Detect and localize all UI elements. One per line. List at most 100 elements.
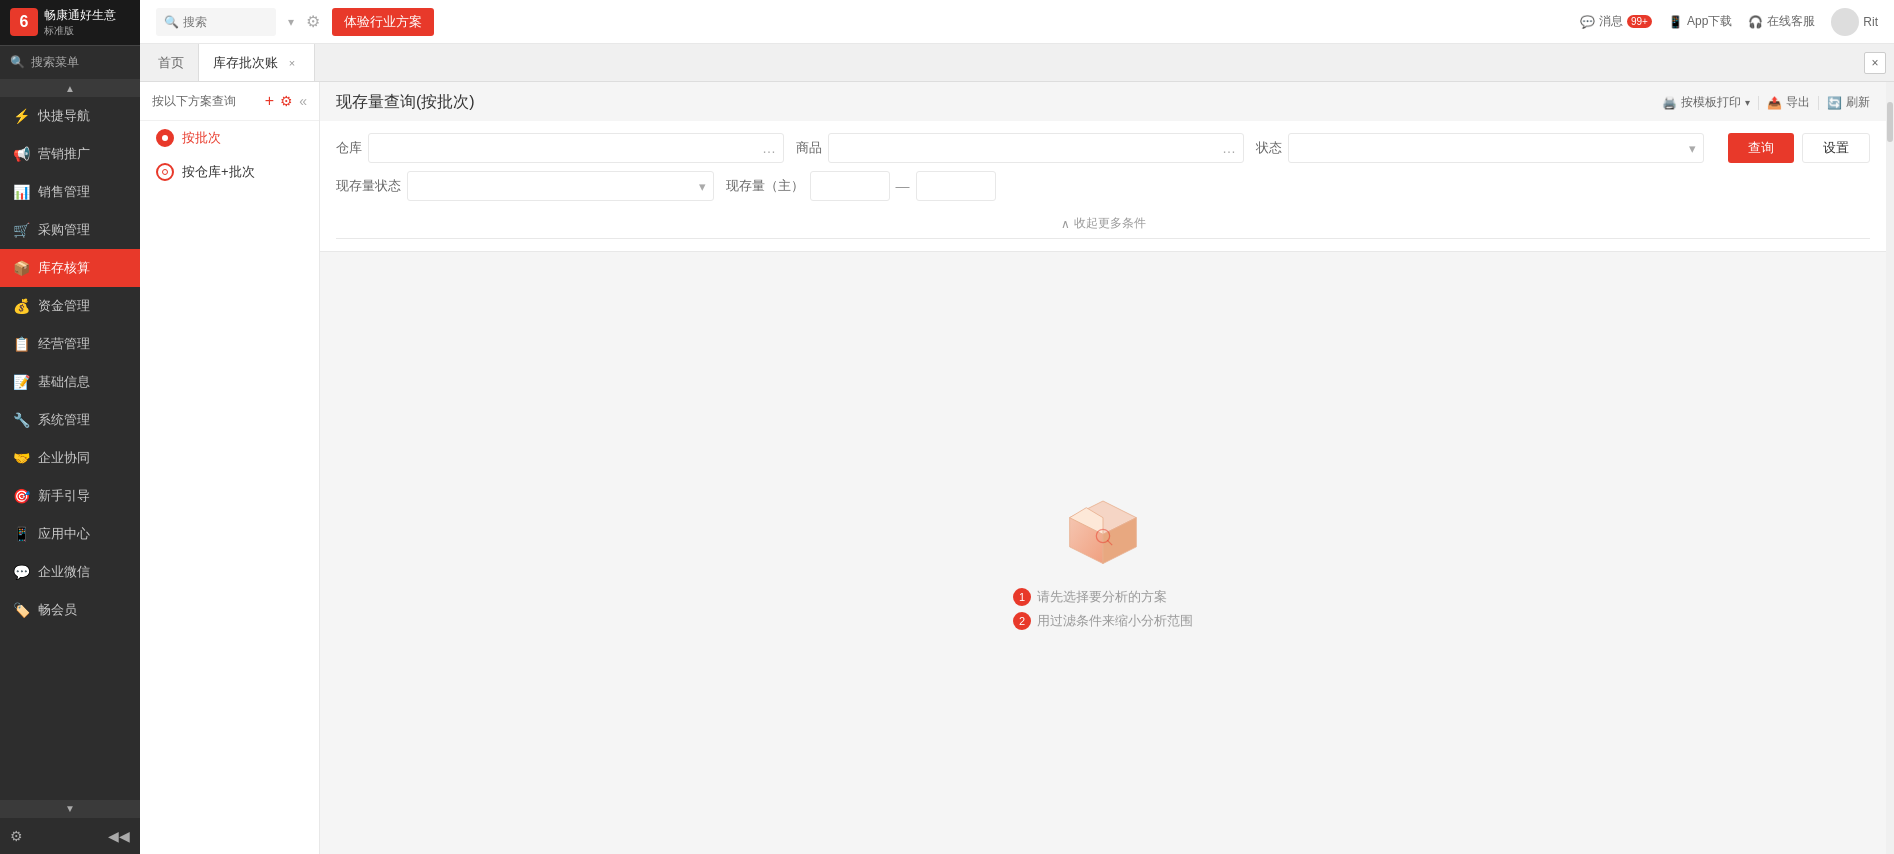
close-all-tabs-btn[interactable]: × [1864, 52, 1886, 74]
scheme-by-warehouse-batch[interactable]: 按仓库+批次 [140, 155, 319, 189]
collapse-panel-btn[interactable]: « [299, 93, 307, 109]
newuser-icon: 🎯 [12, 487, 30, 505]
filter-actions: 查询 设置 [1728, 133, 1870, 163]
sidebar-item-system[interactable]: 🔧 系统管理 [0, 401, 140, 439]
add-scheme-btn[interactable]: + [265, 92, 274, 110]
sidebar-item-newuser[interactable]: 🎯 新手引导 [0, 477, 140, 515]
collapse-sidebar-icon[interactable]: ◀◀ [108, 828, 130, 844]
scheme-by-warehouse-batch-label: 按仓库+批次 [182, 163, 255, 181]
tabbar: 首页 库存批次账 × × [140, 44, 1894, 82]
sidebar-item-inventory[interactable]: 📦 库存核算 [0, 249, 140, 287]
topbar-right: 💬 消息 99+ 📱 App下载 🎧 在线客服 Rit [1580, 8, 1878, 36]
tab-inventory-batch[interactable]: 库存批次账 × [199, 44, 315, 81]
app-name: 畅康通好生意 [44, 8, 116, 24]
right-content: 现存量查询(按批次) 🖨️ 按模板打印 ▾ 📤 导出 🔄 [320, 82, 1886, 854]
sidebar-item-label: 资金管理 [38, 297, 90, 315]
warehouse-input[interactable] [368, 133, 784, 163]
page-header-actions: 🖨️ 按模板打印 ▾ 📤 导出 🔄 刷新 [1662, 94, 1870, 111]
filter-status: 状态 ▾ [1256, 133, 1704, 163]
product-more-btn[interactable]: … [1222, 140, 1236, 156]
topbar-search-box[interactable]: 🔍 [156, 8, 276, 36]
filled-dot-icon [156, 129, 174, 147]
sidebar-item-marketing[interactable]: 📢 营销推广 [0, 135, 140, 173]
status-select[interactable] [1288, 133, 1704, 163]
sidebar-item-sales[interactable]: 📊 销售管理 [0, 173, 140, 211]
sidebar-search[interactable]: 🔍 搜索菜单 [0, 46, 140, 80]
product-input[interactable] [828, 133, 1244, 163]
sidebar-scroll-up[interactable]: ▲ [0, 80, 140, 97]
topbar-dropdown-arrow[interactable]: ▾ [288, 15, 294, 29]
page-header: 现存量查询(按批次) 🖨️ 按模板打印 ▾ 📤 导出 🔄 [320, 82, 1886, 121]
search-icon: 🔍 [10, 55, 25, 69]
operations-icon: 📋 [12, 335, 30, 353]
phone-icon: 📱 [1668, 15, 1683, 29]
warehouse-more-btn[interactable]: … [762, 140, 776, 156]
sidebar-item-operations[interactable]: 📋 经营管理 [0, 325, 140, 363]
sidebar-item-label: 快捷导航 [38, 107, 90, 125]
topbar-search-input[interactable] [183, 15, 268, 29]
experience-btn[interactable]: 体验行业方案 [332, 8, 434, 36]
print-dropdown-arrow[interactable]: ▾ [1745, 97, 1750, 108]
sidebar-item-label: 应用中心 [38, 525, 90, 543]
empty-icon [1053, 476, 1153, 576]
messages-btn[interactable]: 💬 消息 99+ [1580, 13, 1652, 30]
sidebar-item-label: 系统管理 [38, 411, 90, 429]
sidebar-header: 6 畅康通好生意 标准版 [0, 0, 140, 46]
sidebar-item-finance[interactable]: 💰 资金管理 [0, 287, 140, 325]
status-select-wrap: ▾ [1288, 133, 1704, 163]
settings-btn[interactable]: 设置 [1802, 133, 1870, 163]
sidebar-item-label: 新手引导 [38, 487, 90, 505]
topbar-settings-icon[interactable]: ⚙ [306, 12, 320, 31]
membership-icon: 🏷️ [12, 601, 30, 619]
tip-text-2: 用过滤条件来缩小分析范围 [1037, 612, 1193, 630]
filter-product: 商品 … [796, 133, 1244, 163]
sidebar-item-label: 销售管理 [38, 183, 90, 201]
filter-inventory-qty: 现存量（主） — [726, 171, 1104, 201]
tab-home[interactable]: 首页 [144, 44, 199, 81]
scheme-settings-icon[interactable]: ⚙ [280, 93, 293, 109]
refresh-btn[interactable]: 🔄 刷新 [1827, 94, 1870, 111]
sidebar-item-wechat[interactable]: 💬 企业微信 [0, 553, 140, 591]
tab-inventory-batch-label: 库存批次账 [213, 54, 278, 72]
left-panel-header-text: 按以下方案查询 [152, 93, 236, 110]
sidebar-item-enterprise[interactable]: 🤝 企业协同 [0, 439, 140, 477]
sidebar-item-label: 库存核算 [38, 259, 90, 277]
user-menu[interactable]: Rit [1831, 8, 1878, 36]
tab-close-panel: × [1856, 44, 1894, 81]
tab-inventory-batch-close[interactable]: × [284, 55, 300, 71]
collapse-more-conditions[interactable]: ∧ 收起更多条件 [336, 209, 1870, 239]
scheme-by-batch[interactable]: 按批次 [140, 121, 319, 155]
warehouse-filter-label: 仓库 [336, 139, 362, 157]
divider-2 [1818, 96, 1819, 110]
online-service-btn[interactable]: 🎧 在线客服 [1748, 13, 1815, 30]
inventory-status-select[interactable] [407, 171, 714, 201]
app-download-btn[interactable]: 📱 App下载 [1668, 13, 1732, 30]
inventory-qty-to-input[interactable] [916, 171, 996, 201]
sidebar: 6 畅康通好生意 标准版 🔍 搜索菜单 ▲ ⚡ 快捷导航 📢 营销推广 📊 销售… [0, 0, 140, 854]
app-download-label: App下载 [1687, 13, 1732, 30]
sidebar-item-purchase[interactable]: 🛒 采购管理 [0, 211, 140, 249]
system-icon: 🔧 [12, 411, 30, 429]
inventory-qty-dash: — [896, 178, 910, 194]
settings-footer-icon[interactable]: ⚙ [10, 828, 23, 844]
right-scrollbar[interactable] [1886, 82, 1894, 854]
main-area: 🔍 ▾ ⚙ 体验行业方案 💬 消息 99+ 📱 App下载 🎧 在线客服 [140, 0, 1894, 854]
export-icon: 📤 [1767, 96, 1782, 110]
export-btn[interactable]: 📤 导出 [1767, 94, 1810, 111]
print-template-btn[interactable]: 🖨️ 按模板打印 ▾ [1662, 94, 1750, 111]
export-label: 导出 [1786, 94, 1810, 111]
wechat-icon: 💬 [12, 563, 30, 581]
sidebar-item-label: 采购管理 [38, 221, 90, 239]
scroll-thumb[interactable] [1887, 102, 1893, 142]
inventory-qty-label: 现存量（主） [726, 177, 804, 195]
inventory-qty-from-input[interactable] [810, 171, 890, 201]
query-btn[interactable]: 查询 [1728, 133, 1794, 163]
empty-state: 1 请先选择要分析的方案 2 用过滤条件来缩小分析范围 [320, 252, 1886, 854]
sidebar-item-appstore[interactable]: 📱 应用中心 [0, 515, 140, 553]
sidebar-scroll-down[interactable]: ▼ [0, 800, 140, 817]
sidebar-item-membership[interactable]: 🏷️ 畅会员 [0, 591, 140, 629]
sidebar-item-quick-nav[interactable]: ⚡ 快捷导航 [0, 97, 140, 135]
tip-num-1: 1 [1013, 588, 1031, 606]
sidebar-item-basics[interactable]: 📝 基础信息 [0, 363, 140, 401]
topbar: 🔍 ▾ ⚙ 体验行业方案 💬 消息 99+ 📱 App下载 🎧 在线客服 [140, 0, 1894, 44]
